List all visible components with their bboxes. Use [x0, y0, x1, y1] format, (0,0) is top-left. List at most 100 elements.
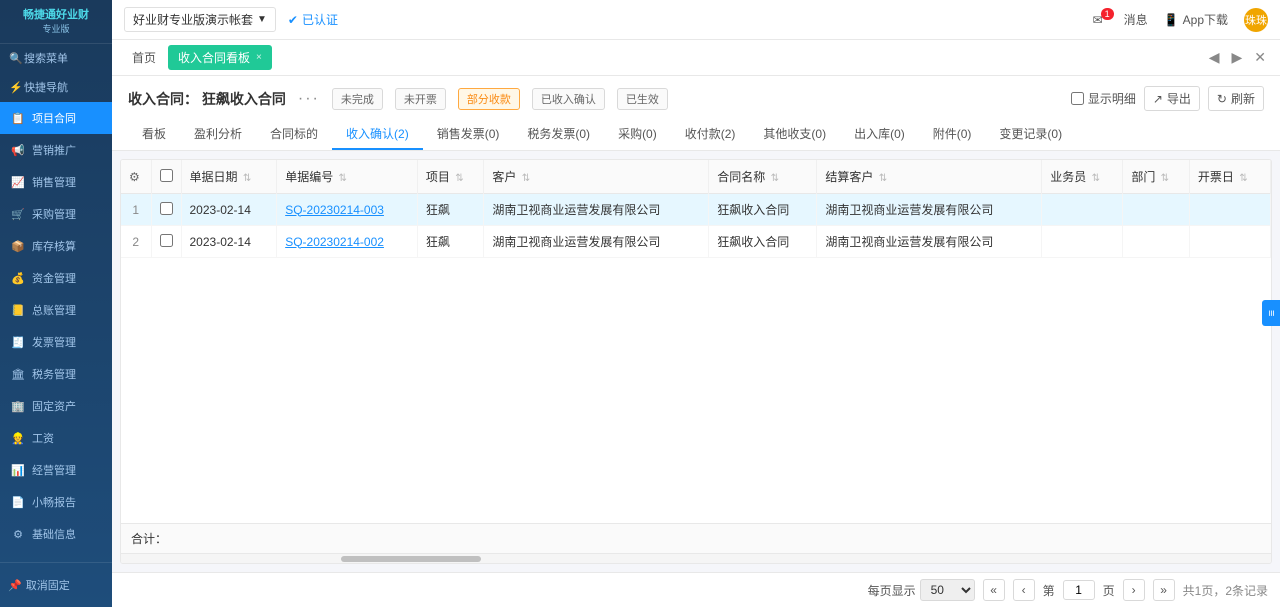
right-fixed-button[interactable]: ≡	[1262, 300, 1280, 326]
cell-open-date	[1189, 226, 1270, 258]
cell-bill-no[interactable]: SQ-20230214-003	[277, 194, 418, 226]
col-final-customer[interactable]: 结算客户 ⇅	[817, 160, 1042, 194]
sidebar-item-search[interactable]: 🔍 搜索菜单	[0, 44, 112, 72]
sidebar-item-tax[interactable]: 🏛 税务管理	[0, 358, 112, 390]
nav-forward-icon[interactable]: ▶	[1229, 47, 1244, 68]
col-project-label: 项目	[426, 170, 450, 184]
app-download-button[interactable]: 📱 App下载	[1164, 11, 1228, 28]
col-salesperson[interactable]: 业务员 ⇅	[1042, 160, 1123, 194]
status-confirmed[interactable]: 已收入确认	[532, 88, 605, 110]
tab-contract-std[interactable]: 合同标的	[256, 119, 332, 150]
tab-warehouse[interactable]: 出入库(0)	[840, 119, 919, 150]
tab-contract-board[interactable]: 收入合同看板 ×	[168, 45, 272, 70]
sidebar-item-invoice[interactable]: 🧾 发票管理	[0, 326, 112, 358]
col-contract-name[interactable]: 合同名称 ⇅	[709, 160, 817, 194]
tabbar: 首页 收入合同看板 × ◀ ▶ ✕	[112, 40, 1280, 76]
col-customer[interactable]: 客户 ⇅	[484, 160, 709, 194]
status-incomplete[interactable]: 未完成	[332, 88, 383, 110]
table-row[interactable]: 2 2023-02-14 SQ-20230214-002 狂飙 湖南卫视商业运营…	[121, 226, 1271, 258]
sort-icon: ⇅	[243, 173, 251, 184]
sidebar-item-biz[interactable]: 📊 经营管理	[0, 454, 112, 486]
page-size-selector[interactable]: 每页显示 50 100 200	[868, 579, 975, 601]
scrollbar-thumb[interactable]	[341, 556, 481, 562]
close-window-icon[interactable]: ✕	[1252, 47, 1268, 68]
sidebar-item-purchase[interactable]: 🛒 采购管理	[0, 198, 112, 230]
tab-attachment[interactable]: 附件(0)	[919, 119, 986, 150]
table-wrapper[interactable]: ⚙ 单据日期 ⇅ 单据编号 ⇅	[121, 160, 1271, 523]
unpin-button[interactable]: 📌 取消固定	[0, 569, 112, 601]
col-department[interactable]: 部门 ⇅	[1123, 160, 1190, 194]
tab-home[interactable]: 首页	[124, 45, 164, 70]
show-detail-checkbox[interactable]: 显示明细	[1071, 90, 1136, 107]
tab-purchase[interactable]: 采购(0)	[604, 119, 671, 150]
cell-customer: 湖南卫视商业运营发展有限公司	[484, 194, 709, 226]
col-checkbox[interactable]	[151, 160, 181, 194]
col-contract-name-label: 合同名称	[717, 170, 765, 184]
sidebar-item-label: 发票管理	[32, 334, 76, 350]
sidebar-item-label: 销售管理	[32, 174, 76, 190]
tab-payment[interactable]: 收付款(2)	[671, 119, 750, 150]
message-badge: 1	[1101, 8, 1114, 20]
tab-sales-invoice[interactable]: 销售发票(0)	[423, 119, 514, 150]
prev-page-button[interactable]: ‹	[1013, 579, 1035, 601]
sidebar-item-project[interactable]: 📋 项目合同	[0, 102, 112, 134]
first-page-button[interactable]: «	[983, 579, 1005, 601]
sidebar-item-marketing[interactable]: 📢 营销推广	[0, 134, 112, 166]
nav-back-icon[interactable]: ◀	[1207, 47, 1222, 68]
col-settings[interactable]: ⚙	[121, 160, 151, 194]
row-checkbox[interactable]	[151, 194, 181, 226]
status-active[interactable]: 已生效	[617, 88, 668, 110]
bill-no-link[interactable]: SQ-20230214-002	[285, 235, 384, 249]
sidebar: 畅捷通好业财 专业版 🔍 搜索菜单 ⚡ 快捷导航 📋 项目合同 📢 营销推广 📈…	[0, 0, 112, 607]
company-selector[interactable]: 好业财专业版演示帐套 ▼	[124, 7, 276, 32]
hr-icon: 👷	[10, 430, 26, 446]
export-button[interactable]: ↗ 导出	[1144, 86, 1200, 111]
tab-confirm[interactable]: 收入确认(2)	[332, 119, 423, 150]
col-bill-no[interactable]: 单据编号 ⇅	[277, 160, 418, 194]
col-bill-date[interactable]: 单据日期 ⇅	[181, 160, 277, 194]
table-row[interactable]: 1 2023-02-14 SQ-20230214-003 狂飙 湖南卫视商业运营…	[121, 194, 1271, 226]
sidebar-item-quick-nav[interactable]: ⚡ 快捷导航	[0, 72, 112, 102]
row-checkbox[interactable]	[151, 226, 181, 258]
row-select-checkbox[interactable]	[160, 202, 173, 215]
tab-kanban[interactable]: 看板	[128, 119, 180, 150]
messages-button[interactable]: ✉ 1 消息	[1093, 11, 1148, 28]
topbar-right: ✉ 1 消息 📱 App下载 珠珠	[1093, 8, 1268, 32]
cell-department	[1123, 194, 1190, 226]
show-detail-input[interactable]	[1071, 92, 1084, 105]
last-page-button[interactable]: »	[1153, 579, 1175, 601]
more-options-button[interactable]: ···	[298, 90, 320, 108]
sidebar-item-inventory[interactable]: 📦 库存核算	[0, 230, 112, 262]
horizontal-scrollbar[interactable]	[121, 553, 1271, 563]
settings-icon[interactable]: ⚙	[129, 170, 140, 184]
sidebar-item-assets[interactable]: 🏢 固定资产	[0, 390, 112, 422]
col-open-date[interactable]: 开票日 ⇅	[1189, 160, 1270, 194]
row-select-checkbox[interactable]	[160, 234, 173, 247]
cell-bill-no[interactable]: SQ-20230214-002	[277, 226, 418, 258]
tab-other-income[interactable]: 其他收支(0)	[749, 119, 840, 150]
tab-tax-invoice[interactable]: 税务发票(0)	[513, 119, 604, 150]
tab-profit[interactable]: 盈利分析	[180, 119, 256, 150]
tab-change-log[interactable]: 变更记录(0)	[985, 119, 1076, 150]
status-no-invoice[interactable]: 未开票	[395, 88, 446, 110]
sidebar-item-finance[interactable]: 💰 资金管理	[0, 262, 112, 294]
next-page-button[interactable]: ›	[1123, 579, 1145, 601]
sidebar-item-sales[interactable]: 📈 销售管理	[0, 166, 112, 198]
col-project[interactable]: 项目 ⇅	[417, 160, 484, 194]
status-partial[interactable]: 部分收款	[458, 88, 520, 110]
page-number-input[interactable]	[1063, 580, 1095, 600]
tab-close-icon[interactable]: ×	[256, 52, 262, 63]
main-area: 好业财专业版演示帐套 ▼ ✔ 已认证 ✉ 1 消息 📱 App下载 珠珠	[112, 0, 1280, 607]
refresh-button[interactable]: ↻ 刷新	[1208, 86, 1264, 111]
sidebar-bottom: 📌 取消固定	[0, 562, 112, 607]
per-page-select[interactable]: 50 100 200	[920, 579, 975, 601]
bill-no-link[interactable]: SQ-20230214-003	[285, 203, 384, 217]
sidebar-item-base[interactable]: ⚙ 基础信息	[0, 518, 112, 550]
sort-icon: ⇅	[522, 173, 530, 184]
sidebar-item-report[interactable]: 📄 小畅报告	[0, 486, 112, 518]
cell-contract-name: 狂飙收入合同	[709, 194, 817, 226]
sidebar-item-gl[interactable]: 📒 总账管理	[0, 294, 112, 326]
user-avatar[interactable]: 珠珠	[1244, 8, 1268, 32]
sidebar-item-hr[interactable]: 👷 工资	[0, 422, 112, 454]
select-all-checkbox[interactable]	[160, 169, 173, 182]
